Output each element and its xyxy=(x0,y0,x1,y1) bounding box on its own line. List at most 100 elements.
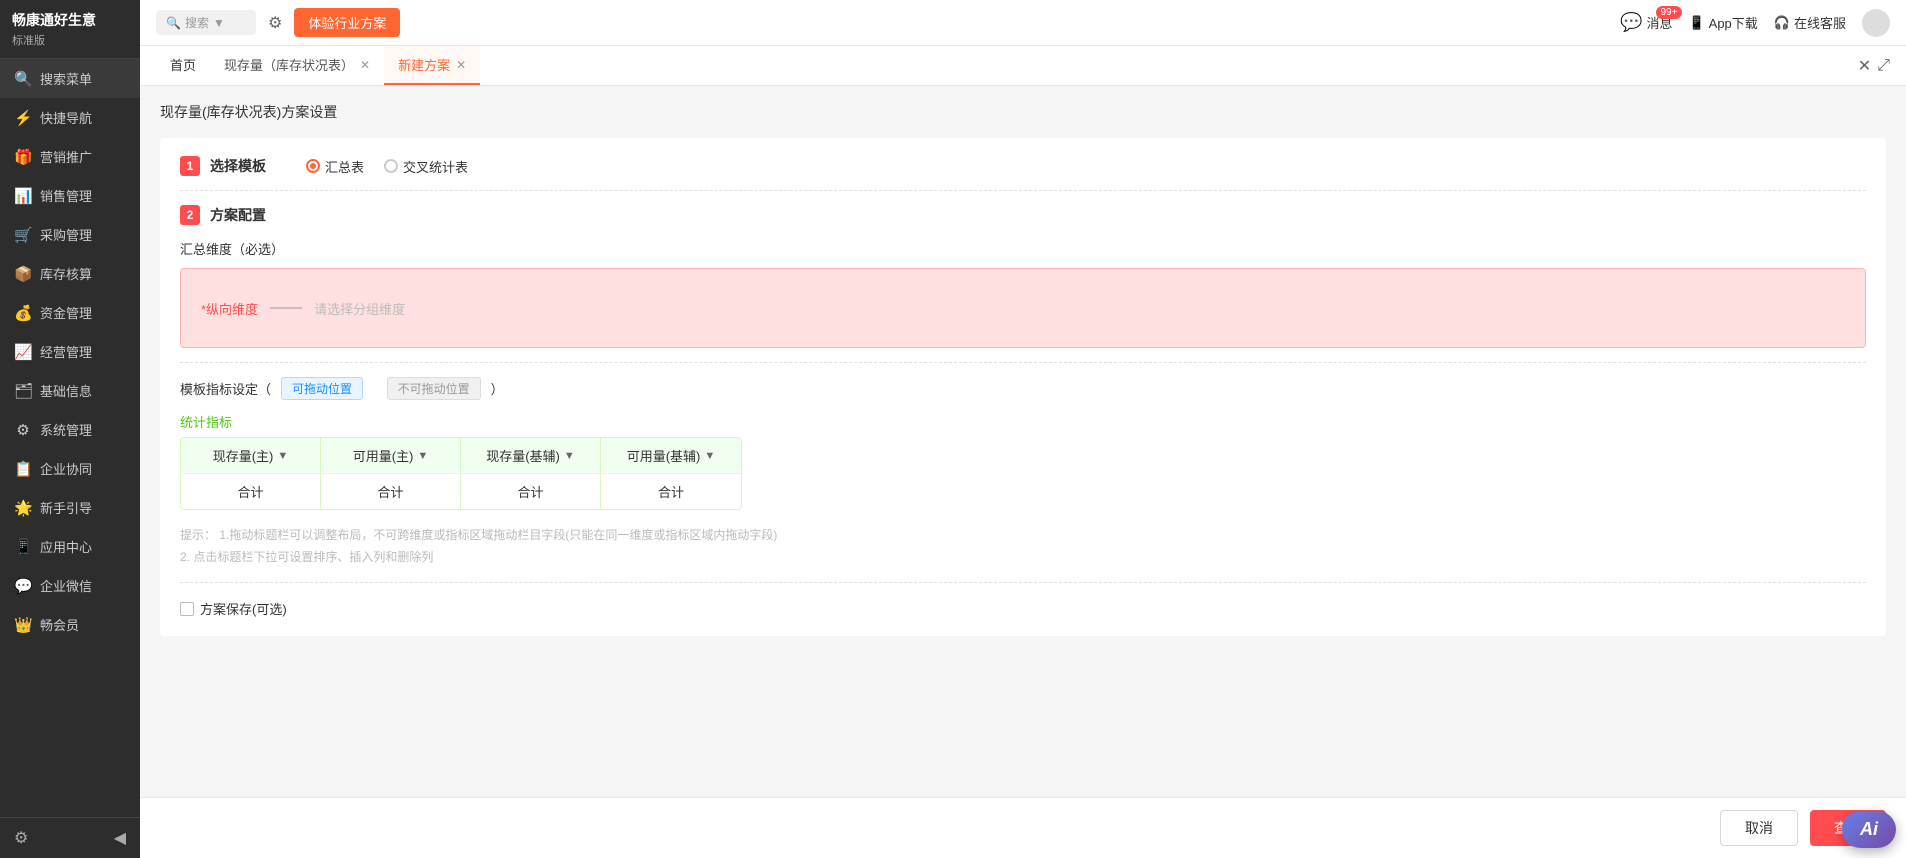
tab-inventory-close[interactable]: ✕ xyxy=(360,58,370,72)
sidebar-nav: 🔍 搜索菜单 ⚡ 快捷导航 🎁 营销推广 📊 销售管理 🛒 采购管理 📦 库存核… xyxy=(0,59,140,817)
sidebar-label-basic: 基础信息 xyxy=(40,381,92,400)
topbar-search-text: 搜索 xyxy=(185,14,209,31)
tab-new-plan-close[interactable]: ✕ xyxy=(456,58,466,72)
newbie-icon: 🌟 xyxy=(14,499,32,517)
marketing-icon: 🎁 xyxy=(14,148,32,166)
topbar-right: 💬 消息 99+ 📱 App下载 🎧 在线客服 xyxy=(1620,9,1890,37)
ops-icon: 📈 xyxy=(14,343,32,361)
tab-inventory[interactable]: 现存量（库存状况表） ✕ xyxy=(210,46,384,85)
draggable-badge: 可拖动位置 xyxy=(281,377,363,400)
sidebar-item-newbie[interactable]: 🌟 新手引导 xyxy=(0,488,140,527)
wechat-icon: 💬 xyxy=(14,577,32,595)
sidebar-item-finance[interactable]: 💰 资金管理 xyxy=(0,293,140,332)
tips-section: 提示： 1.拖动标题栏可以调整布局，不可跨维度或指标区域拖动栏目字段(只能在同一… xyxy=(180,525,1866,568)
inventory-icon: 📦 xyxy=(14,265,32,283)
step1-title: 选择模板 xyxy=(210,156,266,176)
sidebar-label-inventory: 库存核算 xyxy=(40,264,92,283)
tab-home[interactable]: 首页 xyxy=(156,46,210,85)
col-header-1[interactable]: 可用量(主) ▼ xyxy=(321,438,461,473)
sidebar-label-quick-nav: 快捷导航 xyxy=(40,108,92,127)
sidebar-item-basic[interactable]: 🗂 基础信息 xyxy=(0,371,140,410)
dimension-area[interactable]: *纵向维度 —— 请选择分组维度 xyxy=(180,268,1866,348)
chevron-1: ▼ xyxy=(417,450,428,462)
purchase-icon: 🛒 xyxy=(14,226,32,244)
stats-header-row: 现存量(主) ▼ 可用量(主) ▼ 现存量(基辅) ▼ 可用量(基辅) xyxy=(181,438,741,473)
topbar-search-area[interactable]: 🔍 搜索 ▼ xyxy=(156,10,256,35)
search-icon: 🔍 xyxy=(14,70,32,88)
summary-dim-label: 汇总维度（必选） xyxy=(180,239,1866,258)
sidebar-item-inventory[interactable]: 📦 库存核算 xyxy=(0,254,140,293)
member-icon: 👑 xyxy=(14,616,32,634)
sidebar-search-label: 搜索菜单 xyxy=(40,69,92,88)
basic-icon: 🗂 xyxy=(14,382,32,400)
col-data-3: 合计 xyxy=(601,474,741,509)
sidebar-settings-icon[interactable]: ⚙ xyxy=(14,828,28,848)
bottom-bar: 取消 查询 xyxy=(140,797,1906,858)
topbar-gear-icon[interactable]: ⚙ xyxy=(268,13,282,33)
save-option: 方案保存(可选) xyxy=(180,599,1866,618)
radio-cross-dot xyxy=(384,159,398,173)
vertical-dim-label: *纵向维度 xyxy=(201,299,258,318)
appstore-icon: 📱 xyxy=(14,538,32,556)
sidebar-item-marketing[interactable]: 🎁 营销推广 xyxy=(0,137,140,176)
app-download-icon: 📱 xyxy=(1688,15,1704,31)
topbar: 🔍 搜索 ▼ ⚙ 体验行业方案 💬 消息 99+ 📱 App下载 🎧 在线客服 xyxy=(140,0,1906,46)
ai-bubble[interactable]: Ai xyxy=(1842,811,1896,848)
col-label-0: 现存量(主) xyxy=(213,446,274,465)
save-checkbox[interactable] xyxy=(180,602,194,616)
sidebar-item-sales[interactable]: 📊 销售管理 xyxy=(0,176,140,215)
message-icon: 💬 xyxy=(1620,12,1642,33)
sidebar-item-wechat[interactable]: 💬 企业微信 xyxy=(0,566,140,605)
trial-button[interactable]: 体验行业方案 xyxy=(294,8,400,37)
sidebar-collapse-icon[interactable]: ◀ xyxy=(114,828,126,848)
option-summary[interactable]: 汇总表 xyxy=(306,157,364,176)
tab-inventory-label: 现存量（库存状况表） xyxy=(224,55,354,74)
page-content: 现存量(库存状况表)方案设置 1 选择模板 汇总表 交叉统计表 xyxy=(140,86,1906,797)
sidebar-item-quick-nav[interactable]: ⚡ 快捷导航 xyxy=(0,98,140,137)
step2-badge: 2 xyxy=(180,205,200,225)
sidebar-item-search[interactable]: 🔍 搜索菜单 xyxy=(0,59,140,98)
tab-close-icon[interactable]: ✕ xyxy=(1858,56,1871,76)
sidebar-item-ops[interactable]: 📈 经营管理 xyxy=(0,332,140,371)
step2-row: 2 方案配置 xyxy=(180,205,1866,225)
chevron-0: ▼ xyxy=(277,450,288,462)
sidebar-item-system[interactable]: ⚙ 系统管理 xyxy=(0,410,140,449)
tab-expand-icon[interactable]: ⤢ xyxy=(1877,57,1890,75)
option-cross[interactable]: 交叉统计表 xyxy=(384,157,468,176)
section-divider-2 xyxy=(180,362,1866,363)
col-header-0[interactable]: 现存量(主) ▼ xyxy=(181,438,321,473)
tab-new-plan[interactable]: 新建方案 ✕ xyxy=(384,46,480,85)
option-cross-label: 交叉统计表 xyxy=(403,157,468,176)
sidebar-item-member[interactable]: 👑 畅会员 xyxy=(0,605,140,644)
col-label-2: 现存量(基辅) xyxy=(486,446,560,465)
col-header-2[interactable]: 现存量(基辅) ▼ xyxy=(461,438,601,473)
sidebar-footer: ⚙ ◀ xyxy=(0,817,140,858)
system-icon: ⚙ xyxy=(14,421,32,439)
sidebar-label-purchase: 采购管理 xyxy=(40,225,92,244)
sidebar-label-corp: 企业协同 xyxy=(40,459,92,478)
sidebar-item-corp[interactable]: 📋 企业协同 xyxy=(0,449,140,488)
step1-badge: 1 xyxy=(180,156,200,176)
sidebar-item-appstore[interactable]: 📱 应用中心 xyxy=(0,527,140,566)
sidebar-item-purchase[interactable]: 🛒 采购管理 xyxy=(0,215,140,254)
indicator-label: 模板指标设定（ xyxy=(180,379,271,398)
sidebar-label-marketing: 营销推广 xyxy=(40,147,92,166)
app-download-button[interactable]: 📱 App下载 xyxy=(1688,13,1757,32)
online-service-button[interactable]: 🎧 在线客服 xyxy=(1774,13,1846,32)
sidebar-label-sales: 销售管理 xyxy=(40,186,92,205)
dim-separator: —— xyxy=(270,299,302,317)
stats-data-row: 合计 合计 合计 合计 xyxy=(181,473,741,509)
quick-nav-icon: ⚡ xyxy=(14,109,32,127)
tips-line1: 提示： 1.拖动标题栏可以调整布局，不可跨维度或指标区域拖动栏目字段(只能在同一… xyxy=(180,525,1866,547)
sidebar-label-ops: 经营管理 xyxy=(40,342,92,361)
tab-home-label: 首页 xyxy=(170,55,196,74)
cancel-button[interactable]: 取消 xyxy=(1720,810,1798,846)
app-subtitle: 标准版 xyxy=(12,32,128,48)
tabs-bar: 首页 现存量（库存状况表） ✕ 新建方案 ✕ ✕ ⤢ xyxy=(140,46,1906,86)
message-button[interactable]: 💬 消息 99+ xyxy=(1620,12,1672,33)
chevron-3: ▼ xyxy=(704,450,715,462)
col-header-3[interactable]: 可用量(基辅) ▼ xyxy=(601,438,741,473)
col-data-1: 合计 xyxy=(321,474,461,509)
user-avatar[interactable] xyxy=(1862,9,1890,37)
col-data-2: 合计 xyxy=(461,474,601,509)
